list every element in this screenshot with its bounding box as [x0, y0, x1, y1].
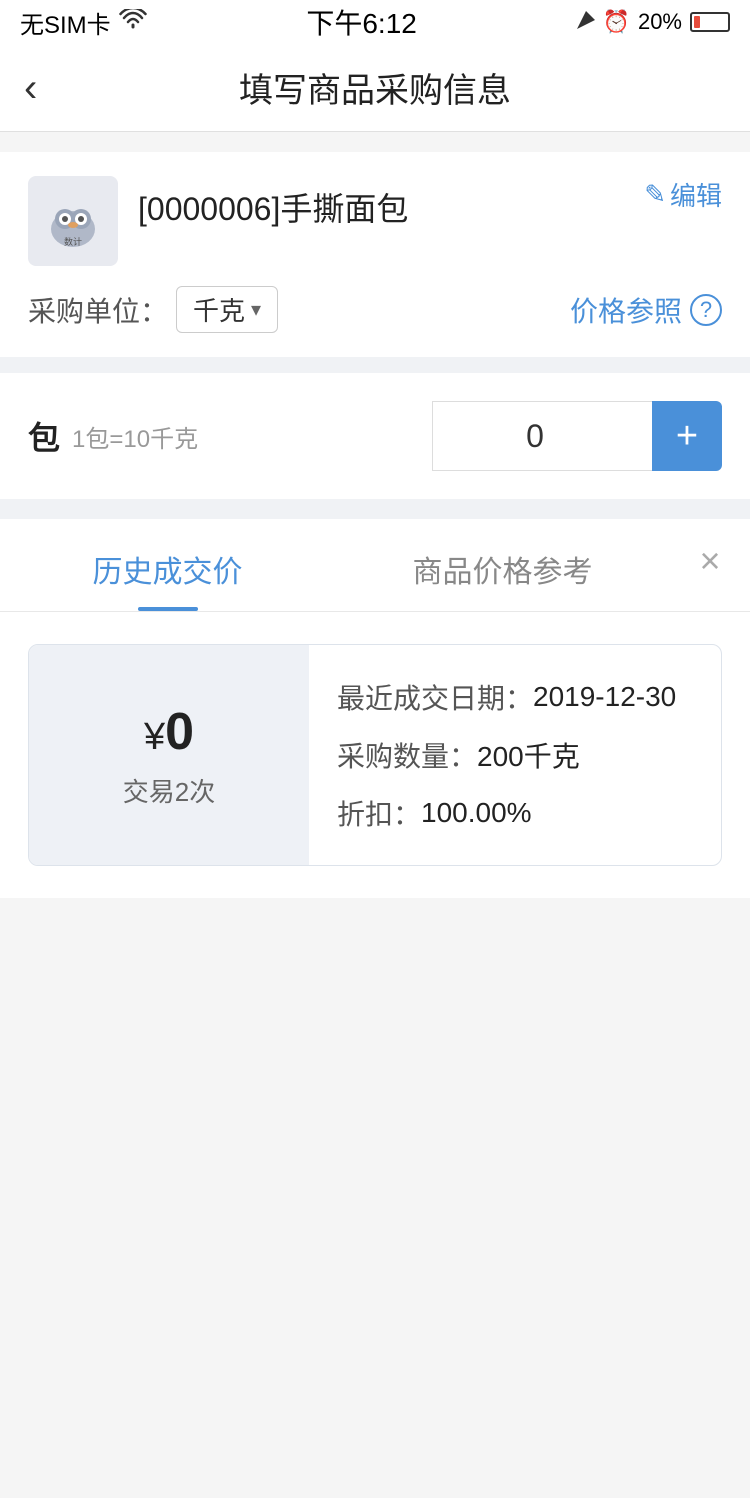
tab-content-history: ¥0 交易2次 最近成交日期： 2019-12-30 采购数量： 200千克 折…: [0, 612, 750, 898]
quantity-row: 包 1包=10千克 +: [0, 373, 750, 499]
detail-qty-label: 采购数量：: [337, 735, 477, 775]
product-info: 数计 [0000006]手撕面包: [28, 176, 408, 266]
battery-pct: 20%: [638, 9, 682, 35]
status-time: 下午6:12: [306, 2, 417, 42]
tabs-panel: 历史成交价 商品价格参考 × ¥0 交易2次 最近成交日期： 2019-12-3…: [0, 519, 750, 898]
detail-discount-label: 折扣：: [337, 793, 421, 833]
bottom-area: [0, 898, 750, 1498]
product-card: 数计 [0000006]手撕面包 ✎ 编辑 采购单位： 千克 ▾ 价格参照 ?: [0, 152, 750, 357]
wifi-icon: [119, 8, 147, 36]
detail-date-value: 2019-12-30: [533, 681, 676, 713]
product-thumbnail: 数计: [28, 176, 118, 266]
tab-price-ref[interactable]: 商品价格参考: [335, 519, 670, 611]
gps-icon: [577, 9, 595, 35]
history-trades-count: 交易2次: [123, 772, 215, 809]
tabs-close-button[interactable]: ×: [670, 540, 750, 590]
product-row-top: 数计 [0000006]手撕面包 ✎ 编辑: [28, 176, 722, 266]
unit-select[interactable]: 千克 ▾: [176, 286, 278, 333]
status-right: ⏰ 20%: [577, 9, 730, 35]
detail-date-label: 最近成交日期：: [337, 677, 533, 717]
svg-text:数计: 数计: [64, 236, 82, 247]
alarm-icon: ⏰: [603, 9, 630, 35]
quantity-label: 包 1包=10千克: [28, 413, 198, 459]
nav-bar: ‹ 填写商品采购信息: [0, 44, 750, 132]
edit-icon: ✎: [644, 179, 666, 210]
quantity-control: +: [432, 401, 722, 471]
quantity-unit: 包: [28, 413, 60, 459]
history-detail-qty: 采购数量： 200千克: [337, 735, 693, 775]
chevron-down-icon: ▾: [251, 297, 261, 322]
price-ref-button[interactable]: 价格参照 ?: [570, 290, 722, 330]
tab-history-price[interactable]: 历史成交价: [0, 519, 335, 611]
unit-value: 千克: [193, 291, 245, 328]
back-button[interactable]: ‹: [24, 68, 37, 108]
product-row-bottom: 采购单位： 千克 ▾ 价格参照 ?: [28, 286, 722, 333]
edit-button[interactable]: ✎ 编辑: [644, 176, 722, 213]
history-card-left: ¥0 交易2次: [29, 645, 309, 865]
carrier-label: 无SIM卡: [20, 5, 111, 40]
price-ref-label: 价格参照: [570, 290, 682, 330]
history-price: ¥0: [144, 702, 194, 762]
history-card: ¥0 交易2次 最近成交日期： 2019-12-30 采购数量： 200千克 折…: [28, 644, 722, 866]
tabs-header: 历史成交价 商品价格参考 ×: [0, 519, 750, 612]
section-divider-2: [0, 499, 750, 519]
history-price-value: 0: [165, 703, 194, 761]
quantity-input[interactable]: [432, 401, 652, 471]
edit-label: 编辑: [670, 176, 722, 213]
quantity-unit-ratio: 1包=10千克: [72, 419, 198, 454]
quantity-plus-button[interactable]: +: [652, 401, 722, 471]
question-icon: ?: [690, 294, 722, 326]
product-name: [0000006]手撕面包: [138, 176, 408, 230]
unit-label-text: 采购单位：: [28, 290, 168, 330]
detail-discount-value: 100.00%: [421, 797, 532, 829]
battery-icon: [690, 12, 730, 32]
detail-qty-value: 200千克: [477, 735, 580, 775]
page-title: 填写商品采购信息: [239, 63, 511, 112]
status-bar: 无SIM卡 下午6:12 ⏰ 20%: [0, 0, 750, 44]
status-left: 无SIM卡: [20, 5, 147, 40]
product-logo: 数计: [43, 191, 103, 251]
unit-label: 采购单位： 千克 ▾: [28, 286, 278, 333]
yen-symbol: ¥: [144, 716, 165, 758]
history-detail-date: 最近成交日期： 2019-12-30: [337, 677, 693, 717]
history-detail-discount: 折扣： 100.00%: [337, 793, 693, 833]
section-divider-1: [0, 357, 750, 373]
history-card-right: 最近成交日期： 2019-12-30 采购数量： 200千克 折扣： 100.0…: [309, 645, 721, 865]
